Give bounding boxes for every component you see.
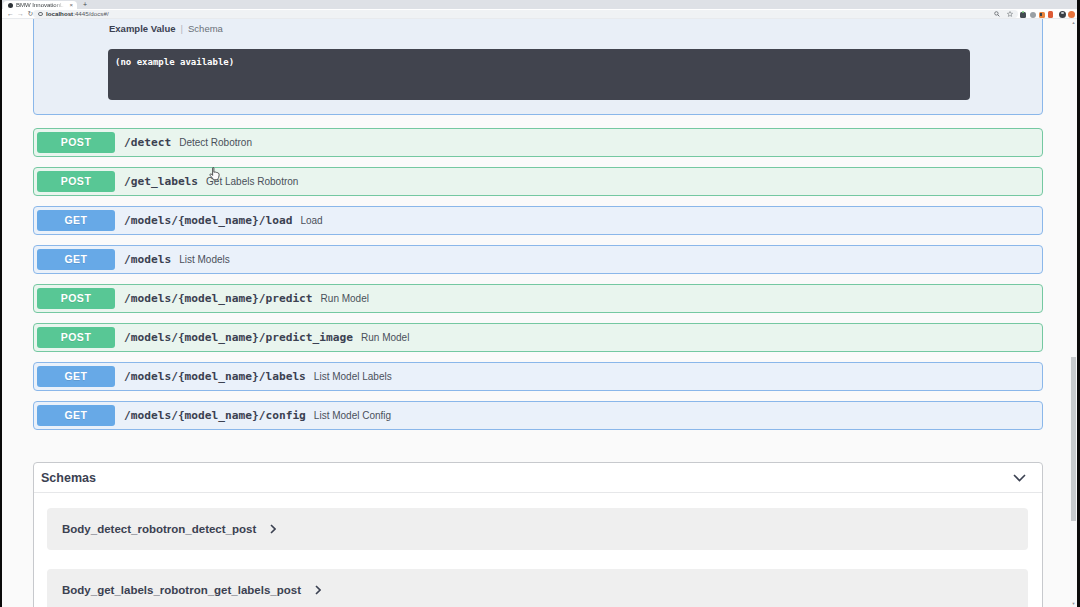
extension-icon-1[interactable] [1020, 12, 1026, 18]
method-badge: GET [37, 249, 115, 270]
zoom-icon[interactable] [994, 11, 1000, 19]
scroll-up-icon[interactable]: ▲ [1070, 20, 1077, 25]
endpoint-summary: List Model Config [314, 410, 391, 421]
tab-separator: | [181, 23, 183, 34]
endpoint-path: /models/{model_name}/load [124, 214, 292, 227]
endpoint-model-predict-image[interactable]: POST /models/{model_name}/predict_image … [33, 323, 1043, 352]
profile-avatar[interactable] [1059, 11, 1066, 18]
method-badge: POST [37, 171, 115, 192]
endpoint-path: /models [124, 253, 171, 266]
open-operation-block: Example Value | Schema (no example availab… [33, 19, 1043, 115]
browser-tab[interactable]: BMW InnovationLab con × [3, 1, 77, 9]
chevron-right-icon [315, 585, 321, 595]
endpoint-path: /detect [124, 136, 171, 149]
schemas-section: Schemas Body_detect_robotron_detect_post… [33, 462, 1043, 607]
tab-favicon-icon [8, 3, 13, 8]
operations-list: POST /detect Detect Robotron POST /get_l… [33, 128, 1043, 430]
site-info-icon[interactable] [38, 12, 43, 17]
endpoint-summary: Run Model [321, 293, 369, 304]
endpoint-get-labels[interactable]: POST /get_labels Get Labels Robotron [33, 167, 1043, 196]
bookmark-star-icon[interactable] [1007, 11, 1013, 19]
screen: BMW InnovationLab con × + ← → ↻ localhos… [0, 0, 1080, 607]
tab-title: BMW InnovationLab con [16, 2, 64, 9]
swagger-page: Example Value | Schema (no example availab… [33, 19, 1043, 607]
endpoint-model-config[interactable]: GET /models/{model_name}/config List Mod… [33, 401, 1043, 430]
endpoint-summary: Run Model [361, 332, 409, 343]
tab-example-value[interactable]: Example Value [109, 23, 176, 34]
schemas-title: Schemas [41, 471, 1013, 485]
new-tab-button[interactable]: + [83, 1, 87, 9]
scroll-down-icon[interactable]: ▼ [1070, 601, 1077, 606]
endpoint-path: /get_labels [124, 175, 198, 188]
browser-toolbar: ← → ↻ localhost:4445/docs#/ [2, 9, 1077, 19]
endpoint-summary: Load [300, 215, 322, 226]
url-text: localhost:4445/docs#/ [46, 10, 109, 18]
chevron-down-icon [1013, 474, 1026, 482]
endpoint-summary: List Model Labels [314, 371, 392, 382]
endpoint-model-labels[interactable]: GET /models/{model_name}/labels List Mod… [33, 362, 1043, 391]
endpoint-path: /models/{model_name}/labels [124, 370, 306, 383]
endpoint-model-load[interactable]: GET /models/{model_name}/load Load [33, 206, 1043, 235]
tab-close-icon[interactable]: × [69, 2, 73, 9]
method-badge: POST [37, 327, 115, 348]
extension-icon-4[interactable] [1048, 11, 1053, 18]
schema-model-detect[interactable]: Body_detect_robotron_detect_post [47, 508, 1028, 550]
endpoint-models[interactable]: GET /models List Models [33, 245, 1043, 274]
endpoint-model-predict[interactable]: POST /models/{model_name}/predict Run Mo… [33, 284, 1043, 313]
example-tabs: Example Value | Schema [109, 23, 223, 34]
scrollbar-thumb[interactable] [1071, 357, 1076, 521]
extension-icon-3[interactable] [1039, 12, 1045, 18]
method-badge: POST [37, 288, 115, 309]
mouse-cursor [208, 167, 222, 182]
browser-menu-button[interactable] [1068, 11, 1075, 18]
address-bar[interactable]: localhost:4445/docs#/ [33, 10, 1018, 18]
endpoint-path: /models/{model_name}/predict [124, 292, 313, 305]
tab-strip: BMW InnovationLab con × + [2, 0, 1077, 9]
schema-model-title: Body_detect_robotron_detect_post [62, 523, 256, 535]
schema-model-title: Body_get_labels_robotron_get_labels_post [62, 584, 301, 596]
method-badge: GET [37, 366, 115, 387]
back-icon[interactable]: ← [6, 9, 15, 19]
chevron-right-icon [270, 524, 276, 534]
url-host: localhost [46, 10, 73, 17]
endpoint-detect[interactable]: POST /detect Detect Robotron [33, 128, 1043, 157]
vertical-scrollbar[interactable]: ▲ ▼ [1070, 19, 1077, 607]
tab-schema[interactable]: Schema [188, 23, 223, 34]
endpoint-summary: Detect Robotron [179, 137, 252, 148]
method-badge: POST [37, 132, 115, 153]
browser-window: BMW InnovationLab con × + ← → ↻ localhos… [2, 0, 1077, 607]
url-path: :4445/docs#/ [73, 10, 108, 17]
example-value-box: (no example available) [108, 49, 970, 100]
method-badge: GET [37, 405, 115, 426]
endpoint-path: /models/{model_name}/predict_image [124, 331, 353, 344]
endpoint-summary: List Models [179, 254, 230, 265]
forward-icon[interactable]: → [16, 9, 25, 19]
extension-icon-2[interactable] [1030, 12, 1036, 18]
method-badge: GET [37, 210, 115, 231]
schema-model-get-labels[interactable]: Body_get_labels_robotron_get_labels_post [47, 569, 1028, 607]
schemas-header[interactable]: Schemas [34, 463, 1042, 493]
endpoint-path: /models/{model_name}/config [124, 409, 306, 422]
page-viewport: Example Value | Schema (no example availab… [2, 19, 1077, 607]
example-text: (no example available) [115, 57, 234, 67]
